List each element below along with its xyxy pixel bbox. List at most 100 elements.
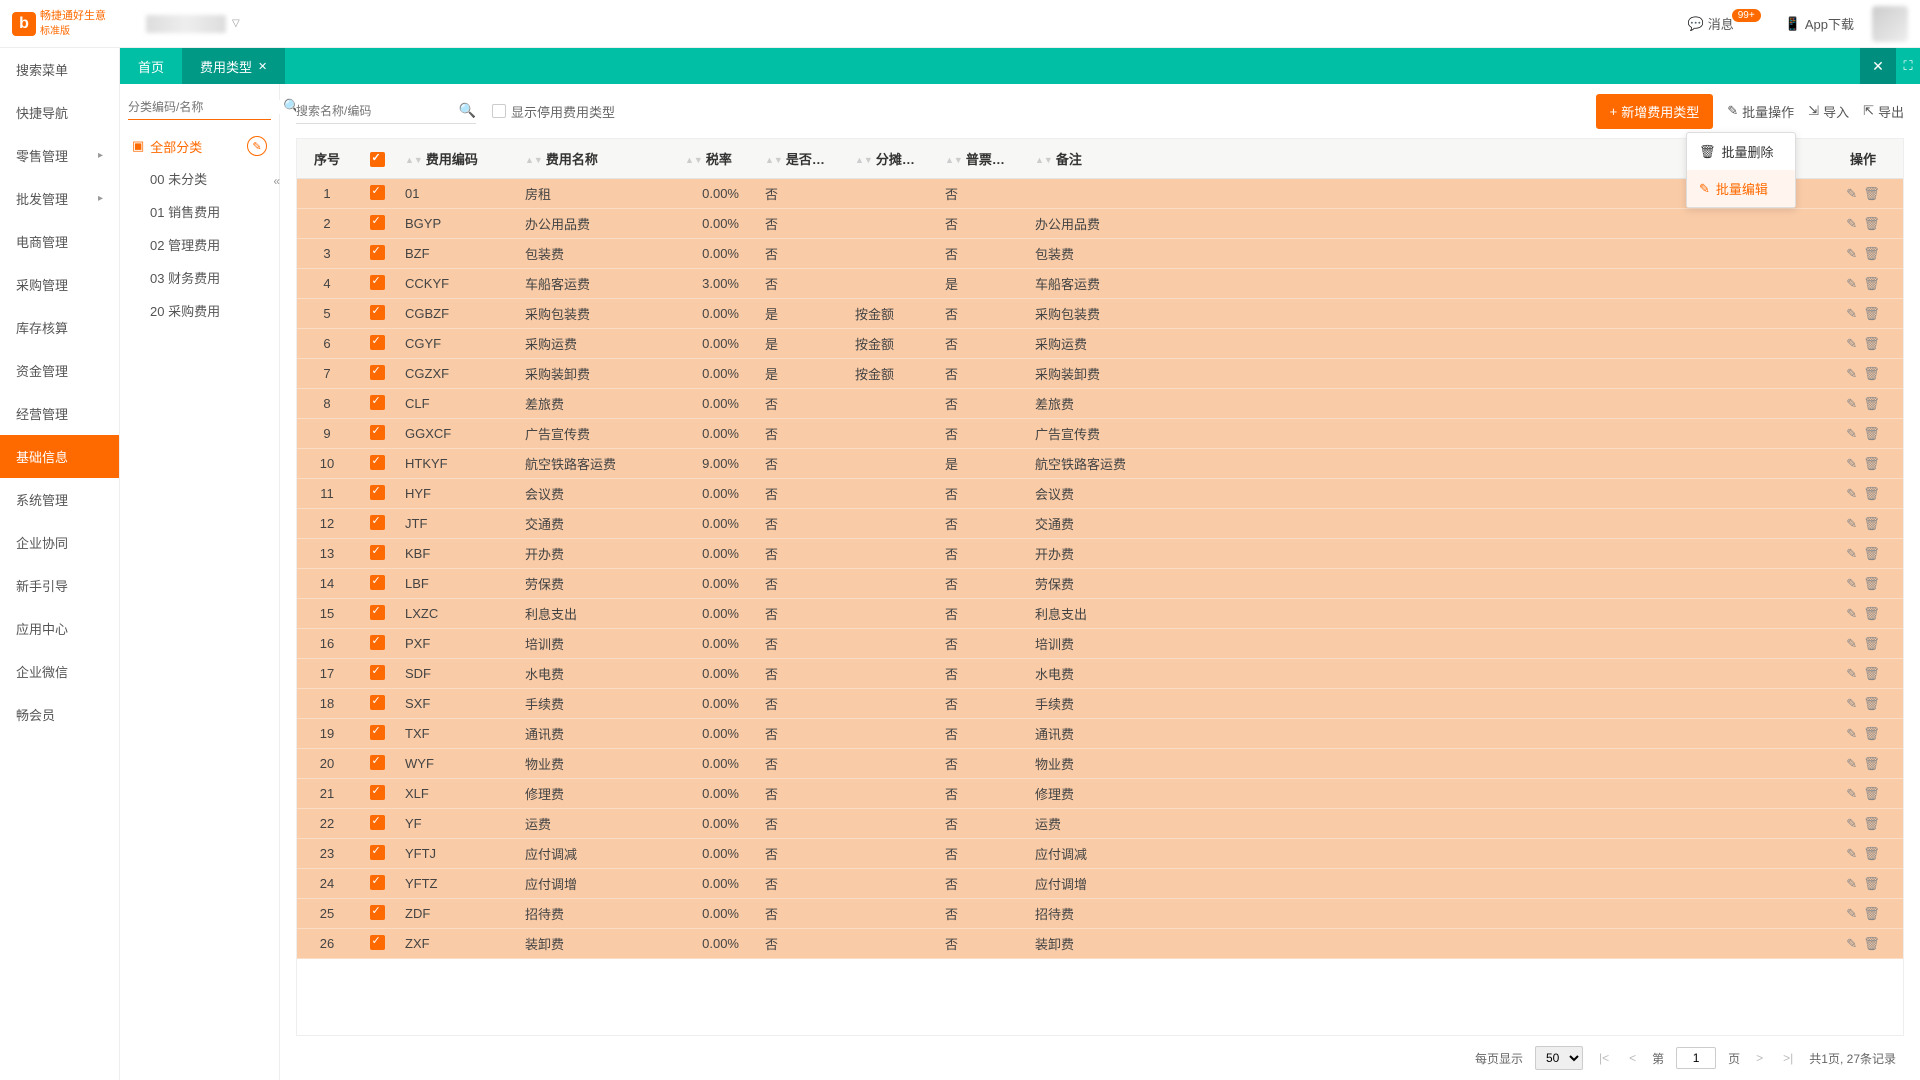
category-item[interactable]: 01 销售费用 bbox=[146, 195, 271, 228]
table-row[interactable]: 17SDF水电费0.00%否否水电费✎🗑 bbox=[297, 659, 1903, 689]
cell-checkbox[interactable] bbox=[357, 779, 397, 809]
table-row[interactable]: 19TXF通讯费0.00%否否通讯费✎🗑 bbox=[297, 719, 1903, 749]
nav-item[interactable]: 采购管理 bbox=[0, 263, 119, 306]
app-download-button[interactable]: 📱 App下载 bbox=[1785, 14, 1854, 33]
table-row[interactable]: 9GGXCF广告宣传费0.00%否否广告宣传费✎🗑 bbox=[297, 419, 1903, 449]
delete-row-icon[interactable]: 🗑 bbox=[1863, 216, 1880, 231]
tab-home[interactable]: 首页 bbox=[120, 48, 182, 84]
org-selector[interactable]: ▽ bbox=[146, 15, 240, 33]
table-row[interactable]: 21XLF修理费0.00%否否修理费✎🗑 bbox=[297, 779, 1903, 809]
table-row[interactable]: 2BGYP办公用品费0.00%否否办公用品费✎🗑 bbox=[297, 209, 1903, 239]
cell-checkbox[interactable] bbox=[357, 869, 397, 899]
checkbox-checked-icon[interactable] bbox=[370, 575, 385, 590]
edit-row-icon[interactable]: ✎ bbox=[1846, 606, 1857, 621]
checkbox-checked-icon[interactable] bbox=[370, 905, 385, 920]
cell-checkbox[interactable] bbox=[357, 329, 397, 359]
table-row[interactable]: 24YFTZ应付调增0.00%否否应付调增✎🗑 bbox=[297, 869, 1903, 899]
close-all-tabs-button[interactable]: ✕ bbox=[1860, 48, 1896, 84]
cell-checkbox[interactable] bbox=[357, 719, 397, 749]
nav-item[interactable]: 企业协同 bbox=[0, 521, 119, 564]
edit-row-icon[interactable]: ✎ bbox=[1846, 246, 1857, 261]
edit-row-icon[interactable]: ✎ bbox=[1846, 636, 1857, 651]
batch-edit-item[interactable]: ✎ 批量编辑 bbox=[1687, 170, 1795, 207]
checkbox-checked-icon[interactable] bbox=[370, 605, 385, 620]
edit-row-icon[interactable]: ✎ bbox=[1846, 696, 1857, 711]
checkbox-checked-icon[interactable] bbox=[370, 935, 385, 950]
last-page-button[interactable]: >| bbox=[1779, 1049, 1797, 1067]
checkbox-checked-icon[interactable] bbox=[370, 845, 385, 860]
category-search[interactable]: 🔍 bbox=[128, 94, 271, 120]
next-page-button[interactable]: > bbox=[1752, 1049, 1767, 1067]
nav-item[interactable]: 库存核算 bbox=[0, 306, 119, 349]
nav-item[interactable]: 零售管理▸ bbox=[0, 134, 119, 177]
cell-checkbox[interactable] bbox=[357, 239, 397, 269]
page-input[interactable] bbox=[1676, 1047, 1716, 1069]
nav-item[interactable]: 企业微信 bbox=[0, 650, 119, 693]
nav-item[interactable]: 应用中心 bbox=[0, 607, 119, 650]
cell-checkbox[interactable] bbox=[357, 629, 397, 659]
collapse-panel-icon[interactable]: « bbox=[273, 174, 280, 188]
checkbox-checked-icon[interactable] bbox=[370, 335, 385, 350]
delete-row-icon[interactable]: 🗑 bbox=[1863, 546, 1880, 561]
cell-checkbox[interactable] bbox=[357, 419, 397, 449]
cell-checkbox[interactable] bbox=[357, 179, 397, 209]
nav-item[interactable]: 批发管理▸ bbox=[0, 177, 119, 220]
table-row[interactable]: 16PXF培训费0.00%否否培训费✎🗑 bbox=[297, 629, 1903, 659]
table-row[interactable]: 8CLF差旅费0.00%否否差旅费✎🗑 bbox=[297, 389, 1903, 419]
col-vat[interactable]: ▲▼普票… bbox=[937, 139, 1027, 179]
delete-row-icon[interactable]: 🗑 bbox=[1863, 426, 1880, 441]
checkbox-checked-icon[interactable] bbox=[370, 815, 385, 830]
table-row[interactable]: 101房租0.00%否否✎🗑 bbox=[297, 179, 1903, 209]
checkbox-checked-icon[interactable] bbox=[370, 635, 385, 650]
table-row[interactable]: 22YF运费0.00%否否运费✎🗑 bbox=[297, 809, 1903, 839]
avatar[interactable] bbox=[1872, 6, 1908, 42]
category-item[interactable]: 03 财务费用 bbox=[146, 261, 271, 294]
col-select-all[interactable] bbox=[357, 139, 397, 179]
cell-checkbox[interactable] bbox=[357, 929, 397, 959]
delete-row-icon[interactable]: 🗑 bbox=[1863, 306, 1880, 321]
col-seq[interactable]: 序号 bbox=[297, 139, 357, 179]
checkbox-checked-icon[interactable] bbox=[370, 725, 385, 740]
checkbox-checked-icon[interactable] bbox=[370, 485, 385, 500]
delete-row-icon[interactable]: 🗑 bbox=[1863, 756, 1880, 771]
add-expense-type-button[interactable]: + 新增费用类型 bbox=[1596, 94, 1714, 129]
category-item[interactable]: 00 未分类 bbox=[146, 162, 271, 195]
edit-category-icon[interactable]: ✎ bbox=[247, 136, 267, 156]
edit-row-icon[interactable]: ✎ bbox=[1846, 276, 1857, 291]
cell-checkbox[interactable] bbox=[357, 749, 397, 779]
edit-row-icon[interactable]: ✎ bbox=[1846, 726, 1857, 741]
delete-row-icon[interactable]: 🗑 bbox=[1863, 606, 1880, 621]
checkbox-checked-icon[interactable] bbox=[370, 365, 385, 380]
table-row[interactable]: 25ZDF招待费0.00%否否招待费✎🗑 bbox=[297, 899, 1903, 929]
cell-checkbox[interactable] bbox=[357, 689, 397, 719]
cell-checkbox[interactable] bbox=[357, 839, 397, 869]
delete-row-icon[interactable]: 🗑 bbox=[1863, 636, 1880, 651]
cell-checkbox[interactable] bbox=[357, 299, 397, 329]
table-row[interactable]: 20WYF物业费0.00%否否物业费✎🗑 bbox=[297, 749, 1903, 779]
delete-row-icon[interactable]: 🗑 bbox=[1863, 696, 1880, 711]
delete-row-icon[interactable]: 🗑 bbox=[1863, 816, 1880, 831]
edit-row-icon[interactable]: ✎ bbox=[1846, 216, 1857, 231]
edit-row-icon[interactable]: ✎ bbox=[1846, 306, 1857, 321]
edit-row-icon[interactable]: ✎ bbox=[1846, 186, 1857, 201]
tab-expense-type[interactable]: 费用类型 ✕ bbox=[182, 48, 285, 84]
delete-row-icon[interactable]: 🗑 bbox=[1863, 246, 1880, 261]
table-row[interactable]: 12JTF交通费0.00%否否交通费✎🗑 bbox=[297, 509, 1903, 539]
table-row[interactable]: 11HYF会议费0.00%否否会议费✎🗑 bbox=[297, 479, 1903, 509]
first-page-button[interactable]: |< bbox=[1595, 1049, 1613, 1067]
category-item[interactable]: 02 管理费用 bbox=[146, 228, 271, 261]
edit-row-icon[interactable]: ✎ bbox=[1846, 426, 1857, 441]
checkbox-checked-icon[interactable] bbox=[370, 455, 385, 470]
nav-item[interactable]: 搜索菜单 bbox=[0, 48, 119, 91]
edit-row-icon[interactable]: ✎ bbox=[1846, 816, 1857, 831]
checkbox-checked-icon[interactable] bbox=[370, 755, 385, 770]
delete-row-icon[interactable]: 🗑 bbox=[1863, 276, 1880, 291]
import-button[interactable]: ⇲ 导入 bbox=[1808, 102, 1849, 121]
table-row[interactable]: 18SXF手续费0.00%否否手续费✎🗑 bbox=[297, 689, 1903, 719]
cell-checkbox[interactable] bbox=[357, 539, 397, 569]
nav-item[interactable]: 快捷导航 bbox=[0, 91, 119, 134]
table-row[interactable]: 13KBF开办费0.00%否否开办费✎🗑 bbox=[297, 539, 1903, 569]
cell-checkbox[interactable] bbox=[357, 509, 397, 539]
fullscreen-icon[interactable]: ⛶ bbox=[1896, 58, 1920, 74]
delete-row-icon[interactable]: 🗑 bbox=[1863, 936, 1880, 951]
